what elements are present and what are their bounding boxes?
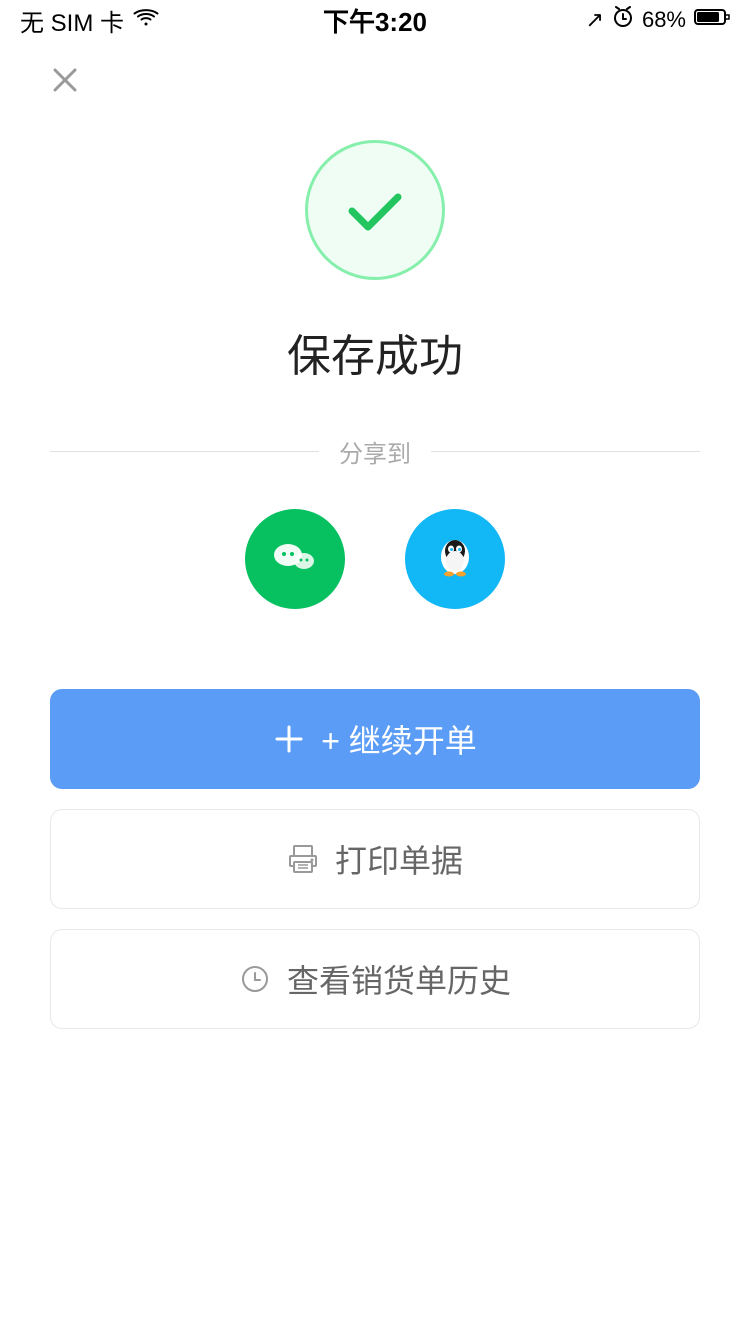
status-bar-right: ↗ 68%: [586, 6, 730, 34]
share-icons: [50, 509, 700, 609]
continue-label: + 继续开单: [321, 716, 477, 762]
main-content: 保存成功 分享到: [0, 40, 750, 1029]
close-button[interactable]: [40, 55, 90, 105]
plus-icon: [273, 723, 305, 755]
divider-line-right: [431, 451, 700, 452]
success-title: 保存成功: [287, 320, 463, 384]
status-bar-time: 下午3:20: [323, 2, 427, 39]
print-icon: [287, 843, 319, 875]
history-label: 查看销货单历史: [287, 956, 511, 1002]
no-sim-label: 无 SIM 卡: [20, 3, 124, 38]
print-button[interactable]: 打印单据: [50, 809, 700, 909]
share-section: 分享到: [0, 434, 750, 609]
alarm-icon: [612, 6, 634, 34]
status-bar: 无 SIM 卡 下午3:20 ↗ 68%: [0, 0, 750, 40]
wifi-icon: [132, 6, 160, 34]
history-icon: [239, 963, 271, 995]
continue-button[interactable]: + 继续开单: [50, 689, 700, 789]
print-label: 打印单据: [335, 836, 463, 882]
battery-icon: [694, 7, 730, 33]
share-label: 分享到: [339, 434, 411, 469]
divider-line-left: [50, 451, 319, 452]
location-icon: ↗: [586, 7, 604, 33]
battery-label: 68%: [642, 7, 686, 33]
qq-share-button[interactable]: [405, 509, 505, 609]
divider-row: 分享到: [50, 434, 700, 469]
action-buttons: + 继续开单 打印单据: [0, 689, 750, 1029]
status-bar-left: 无 SIM 卡: [20, 3, 160, 38]
success-icon-circle: [305, 140, 445, 280]
wechat-share-button[interactable]: [245, 509, 345, 609]
history-button[interactable]: 查看销货单历史: [50, 929, 700, 1029]
